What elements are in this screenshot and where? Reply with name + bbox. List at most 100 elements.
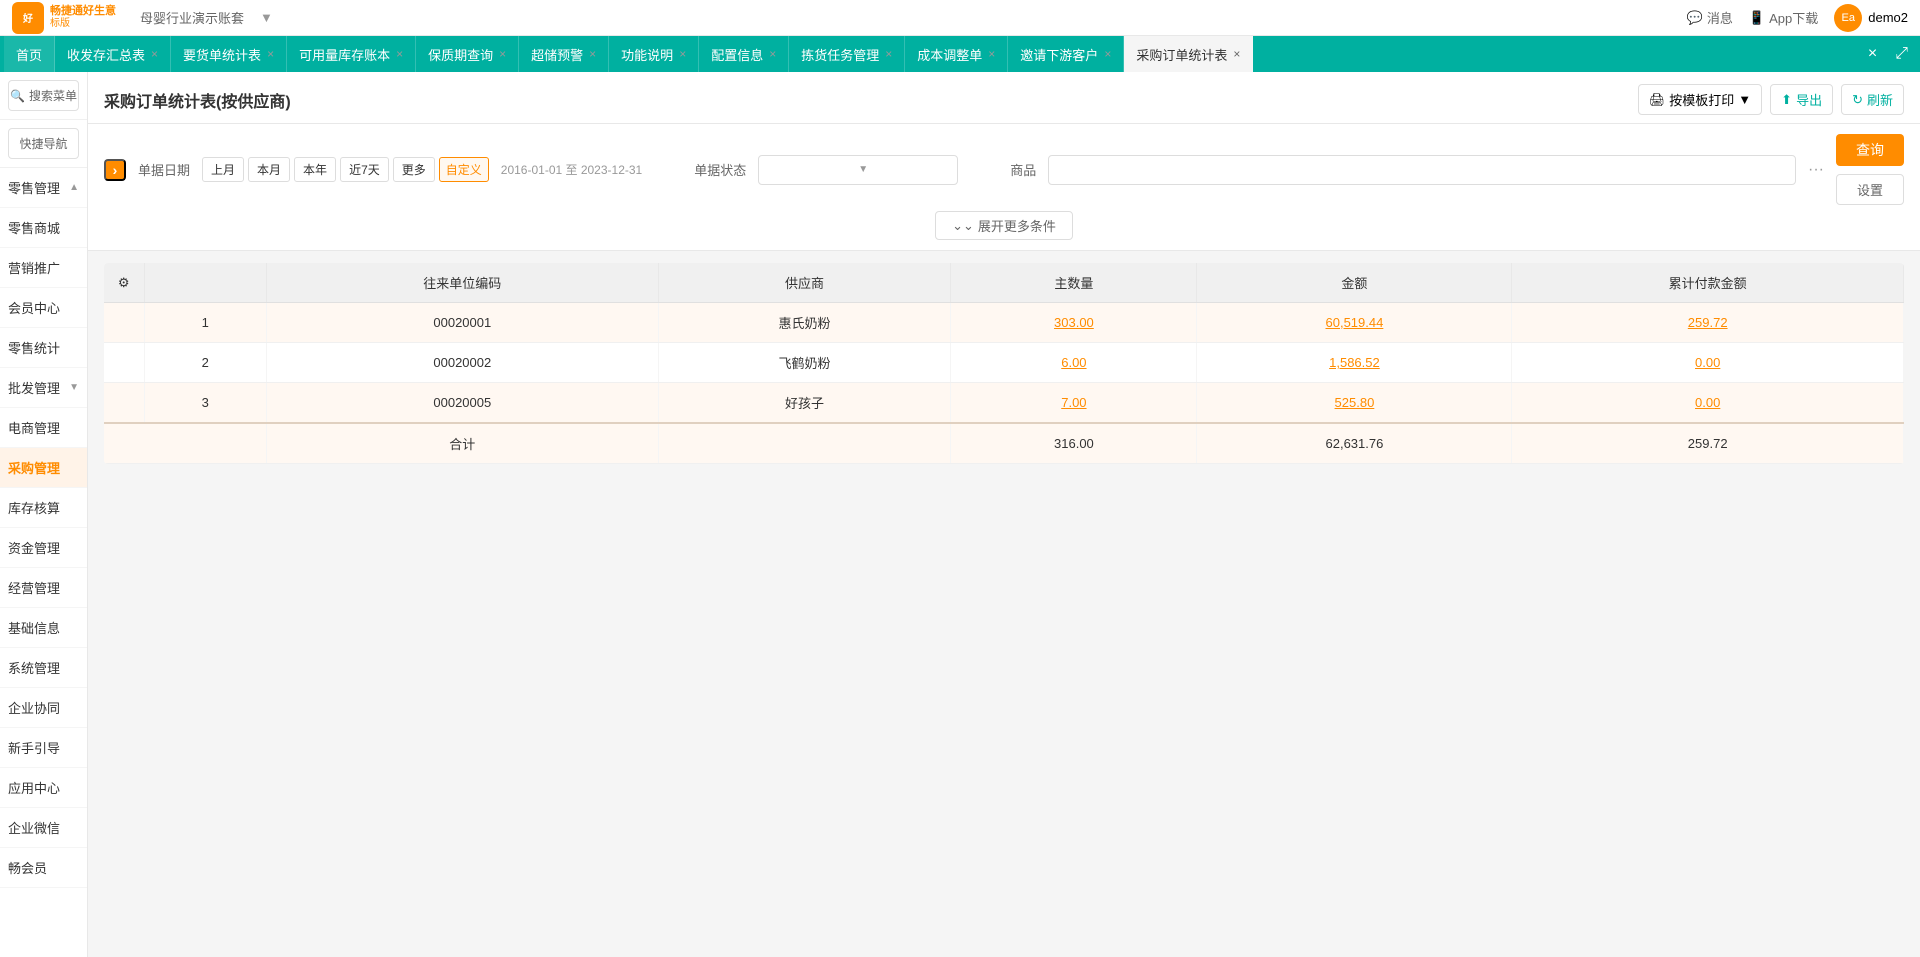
row-2-settings [104,343,144,383]
table-row: 1 00020001 惠氏奶粉 303.00 60,519.44 259.72 [104,303,1904,343]
sidebar-item-wholesale-mgmt[interactable]: 批发管理 ▼ [0,368,87,408]
tab-expiry-query[interactable]: 保质期查询 × [416,36,519,72]
user-area[interactable]: Ea demo2 [1834,4,1908,32]
row-1-index: 1 [144,303,267,343]
tab-inventory-book[interactable]: 可用量库存账本 × [287,36,416,72]
more-date-button[interactable]: 更多 [393,157,435,182]
tab-func-desc[interactable]: 功能说明 × [609,36,699,72]
template-print-button[interactable]: 🖨 按模板打印 ▼ [1638,84,1762,115]
more-options-button[interactable]: ··· [1808,161,1824,179]
sidebar-item-new-guide[interactable]: 新手引导 [0,728,87,768]
close-tab-invite-downstream[interactable]: × [1104,47,1111,61]
tab-cost-adjust[interactable]: 成本调整单 × [905,36,1008,72]
close-window-button[interactable]: × [1860,41,1885,67]
row-3-paid-amount[interactable]: 0.00 [1512,383,1904,424]
row-3-qty[interactable]: 7.00 [951,383,1197,424]
close-tab-order-summary[interactable]: × [267,47,274,61]
sidebar-item-inventory-check[interactable]: 库存核算 [0,488,87,528]
close-tab-purchase-stat[interactable]: × [1233,47,1240,61]
row-1-amount[interactable]: 60,519.44 [1197,303,1512,343]
7days-button[interactable]: 近7天 [340,157,389,182]
cur-year-button[interactable]: 本年 [294,157,336,182]
page-title: 采购订单统计表(按供应商) [104,88,291,112]
nav-tabs: 首页 收发存汇总表 × 要货单统计表 × 可用量库存账本 × 保质期查询 × 超… [0,36,1920,72]
close-tab-cost-adjust[interactable]: × [988,47,995,61]
close-tab-pick-task[interactable]: × [885,47,892,61]
maximize-window-button[interactable]: ⤢ [1887,41,1916,67]
message-button[interactable]: 💬 消息 [1687,8,1733,27]
chevron-down-icon: ▼ [69,382,79,393]
sidebar-item-retail-stats[interactable]: 零售统计 [0,328,87,368]
filter-toggle-button[interactable]: › [104,159,126,181]
settings-col-header[interactable]: ⚙ [104,263,144,303]
unit-code-col-header: 往来单位编码 [267,263,659,303]
date-filter-buttons: 上月 本月 本年 近7天 更多 自定义 [202,157,489,182]
sidebar-item-retail-shop[interactable]: 零售商城 [0,208,87,248]
tab-pick-task[interactable]: 拣货任务管理 × [789,36,905,72]
tab-purchase-stat[interactable]: 采购订单统计表 × [1124,36,1253,72]
row-2-amount[interactable]: 1,586.52 [1197,343,1512,383]
table-footer-row: 合计 316.00 62,631.76 259.72 [104,423,1904,464]
sidebar-item-system-mgmt[interactable]: 系统管理 [0,648,87,688]
close-tab-inventory-book[interactable]: × [396,47,403,61]
amount-col-header: 金额 [1197,263,1512,303]
row-2-qty[interactable]: 6.00 [951,343,1197,383]
sidebar-item-purchase-mgmt[interactable]: 采购管理 [0,448,87,488]
tab-invite-downstream[interactable]: 邀请下游客户 × [1008,36,1124,72]
close-tab-expiry-query[interactable]: × [499,47,506,61]
cur-month-button[interactable]: 本月 [248,157,290,182]
sidebar-item-finance-mgmt[interactable]: 资金管理 [0,528,87,568]
row-3-amount[interactable]: 525.80 [1197,383,1512,424]
tab-over-stock[interactable]: 超储预警 × [519,36,609,72]
close-tab-receive-summary[interactable]: × [151,47,158,61]
tab-config-info[interactable]: 配置信息 × [699,36,789,72]
svg-text:好: 好 [22,12,33,25]
sidebar-item-member-center[interactable]: 会员中心 [0,288,87,328]
sidebar-item-operation-mgmt[interactable]: 经营管理 [0,568,87,608]
chevron-up-icon: ▲ [69,182,79,193]
refresh-button[interactable]: ↻ 刷新 [1841,84,1904,115]
row-1-qty[interactable]: 303.00 [951,303,1197,343]
supplier-col-header: 供应商 [658,263,951,303]
settings-button[interactable]: 设置 [1836,174,1904,205]
logo-subtext: 标版 [50,18,116,30]
message-icon: 💬 [1687,10,1703,26]
row-1-settings [104,303,144,343]
status-filter-label: 单据状态 [694,160,746,179]
prev-month-button[interactable]: 上月 [202,157,244,182]
page-header: 采购订单统计表(按供应商) 🖨 按模板打印 ▼ ⬆ 导出 ↻ 刷新 [88,72,1920,124]
quick-nav-section: 快捷导航 [0,120,87,168]
goods-input[interactable] [1048,155,1796,185]
goods-filter-label: 商品 [1010,160,1036,179]
row-1-paid-amount[interactable]: 259.72 [1512,303,1904,343]
tab-receive-summary[interactable]: 收发存汇总表 × [55,36,171,72]
app-download-button[interactable]: 📱 App下载 [1749,8,1818,27]
user-avatar: Ea [1834,4,1862,32]
status-select[interactable]: ▼ [758,155,958,185]
close-tab-config-info[interactable]: × [769,47,776,61]
row-2-paid-amount[interactable]: 0.00 [1512,343,1904,383]
close-tab-over-stock[interactable]: × [589,47,596,61]
sidebar-item-retail-mgmt[interactable]: 零售管理 ▲ [0,168,87,208]
sidebar-item-enterprise-coop[interactable]: 企业协同 [0,688,87,728]
row-3-index: 3 [144,383,267,424]
quick-nav-button[interactable]: 快捷导航 [8,128,79,159]
tab-order-summary[interactable]: 要货单统计表 × [171,36,287,72]
username-label: demo2 [1868,10,1908,25]
sidebar: 🔍 搜索菜单 快捷导航 零售管理 ▲ 零售商城 营销推广 会员中心 [0,72,88,957]
search-menu-button[interactable]: 🔍 搜索菜单 [8,80,79,111]
tab-home[interactable]: 首页 [4,36,55,72]
sidebar-item-vip-member[interactable]: 畅会员 [0,848,87,888]
export-button[interactable]: ⬆ 导出 [1770,84,1833,115]
sidebar-item-ecommerce[interactable]: 电商管理 [0,408,87,448]
row-3-supplier: 好孩子 [658,383,951,424]
sidebar-item-app-center[interactable]: 应用中心 [0,768,87,808]
sidebar-item-marketing[interactable]: 营销推广 [0,248,87,288]
sidebar-item-enterprise-wechat[interactable]: 企业微信 [0,808,87,848]
expand-conditions-button[interactable]: ⌄⌄ 展开更多条件 [935,211,1073,240]
close-tab-func-desc[interactable]: × [679,47,686,61]
sidebar-item-basic-info[interactable]: 基础信息 [0,608,87,648]
custom-date-button[interactable]: 自定义 [439,157,489,182]
date-filter-label: 单据日期 [138,160,190,179]
query-button[interactable]: 查询 [1836,134,1904,166]
